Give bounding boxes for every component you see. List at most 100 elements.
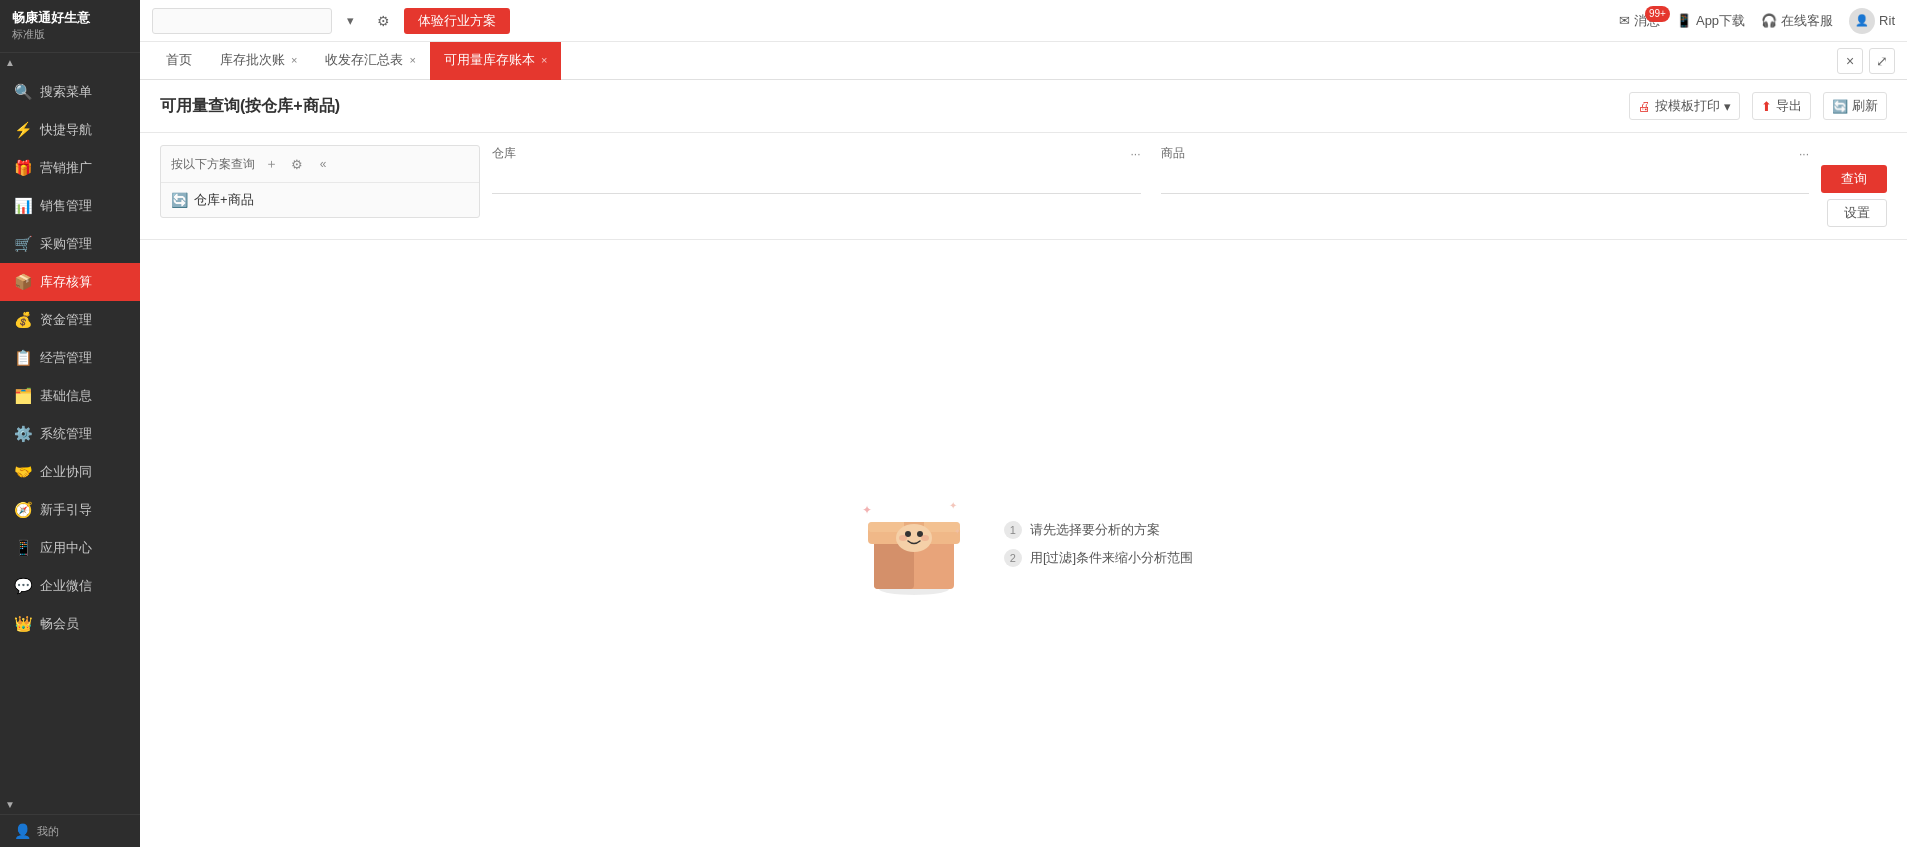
tabbar-actions: × ⤢	[1837, 48, 1895, 74]
sidebar-header: 畅康通好生意 标准版	[0, 0, 140, 53]
goods-input[interactable]	[1161, 166, 1810, 194]
sidebar-scroll-up[interactable]: ▲	[0, 53, 20, 73]
sidebar-item-enterprise-wechat[interactable]: 💬 企业微信	[0, 567, 140, 605]
tab-label: 收发存汇总表	[325, 51, 403, 69]
sidebar-item-label: 系统管理	[40, 425, 92, 443]
close-all-tabs-btn[interactable]: ×	[1837, 48, 1863, 74]
tab-recv-summary[interactable]: 收发存汇总表 ×	[311, 42, 429, 80]
export-btn[interactable]: ⬆ 导出	[1752, 92, 1811, 120]
marketing-promo-icon: 🎁	[14, 159, 32, 177]
tab-close-recv-summary[interactable]: ×	[409, 54, 415, 66]
topbar-app-download[interactable]: 📱 App下载	[1676, 12, 1745, 30]
empty-state: ✦ ✦ ✦ 1 请先选择要分析的方案 2 用[过滤]条件来缩小分析范围	[140, 240, 1907, 847]
sidebar-item-shortcut[interactable]: ⚡ 快捷导航	[0, 111, 140, 149]
empty-content: ✦ ✦ ✦ 1 请先选择要分析的方案 2 用[过滤]条件来缩小分析范围	[854, 484, 1193, 604]
sidebar-item-enterprise[interactable]: 🤝 企业协同	[0, 453, 140, 491]
sidebar-item-label: 营销推广	[40, 159, 92, 177]
tab-close-batch-account[interactable]: ×	[291, 54, 297, 66]
sidebar-item-purchase[interactable]: 🛒 采购管理	[0, 225, 140, 263]
filter-warehouse-label: 仓库 ···	[492, 145, 1141, 162]
sidebar-item-vip[interactable]: 👑 畅会员	[0, 605, 140, 643]
filter-collapse-btn[interactable]: «	[313, 154, 333, 174]
sales-icon: 📊	[14, 197, 32, 215]
sidebar-item-label: 新手引导	[40, 501, 92, 519]
empty-hint-2: 2 用[过滤]条件来缩小分析范围	[1004, 549, 1193, 567]
sidebar-item-label: 库存核算	[40, 273, 92, 291]
sidebar: 畅康通好生意 标准版 ▲ 🔍 搜索菜单 ⚡ 快捷导航 🎁 营销推广 📊 销售管理…	[0, 0, 140, 847]
filter-scheme-header: 按以下方案查询 ＋ ⚙ «	[161, 146, 479, 183]
scheme-icon: 🔄	[171, 192, 188, 208]
tab-batch-account[interactable]: 库存批次账 ×	[206, 42, 311, 80]
main-area: ▾ ⚙ 体验行业方案 ✉ 消息 99+ 📱 App下载 🎧 在线客服 👤 Rit	[140, 0, 1907, 847]
sidebar-item-newcomer[interactable]: 🧭 新手引导	[0, 491, 140, 529]
sidebar-item-system[interactable]: ⚙️ 系统管理	[0, 415, 140, 453]
experience-btn[interactable]: 体验行业方案	[404, 8, 510, 34]
expand-tab-btn[interactable]: ⤢	[1869, 48, 1895, 74]
empty-hints: 1 请先选择要分析的方案 2 用[过滤]条件来缩小分析范围	[1004, 521, 1193, 567]
page-header: 可用量查询(按仓库+商品) 🖨 按模板打印 ▾ ⬆ 导出 🔄 刷新	[140, 80, 1907, 133]
sidebar-scroll-down[interactable]: ▼	[0, 794, 20, 814]
topbar-message[interactable]: ✉ 消息 99+	[1619, 12, 1660, 30]
enterprise-wechat-icon: 💬	[14, 577, 32, 595]
sidebar-item-app-center[interactable]: 📱 应用中心	[0, 529, 140, 567]
filter-add-btn[interactable]: ＋	[261, 154, 281, 174]
filter-scheme-panel: 按以下方案查询 ＋ ⚙ « 🔄 仓库+商品	[160, 145, 480, 218]
refresh-icon: 🔄	[1832, 99, 1848, 114]
filter-settings-icon[interactable]: ⚙	[287, 154, 307, 174]
sidebar-item-finance[interactable]: 💰 资金管理	[0, 301, 140, 339]
sidebar-item-label: 快捷导航	[40, 121, 92, 139]
sidebar-item-basic-info[interactable]: 🗂️ 基础信息	[0, 377, 140, 415]
sidebar-footer: 👤 我的	[0, 814, 140, 847]
page-header-actions: 🖨 按模板打印 ▾ ⬆ 导出 🔄 刷新	[1629, 92, 1887, 120]
sidebar-item-label: 经营管理	[40, 349, 92, 367]
sidebar-item-inventory[interactable]: 📦 库存核算	[0, 263, 140, 301]
topbar-search-input[interactable]	[152, 8, 332, 34]
svg-text:✦: ✦	[949, 500, 957, 511]
filter-goods-field: 商品 ···	[1161, 145, 1810, 194]
tab-close-available-ledger[interactable]: ×	[541, 54, 547, 66]
column-settings-btn[interactable]: 设置	[1827, 199, 1887, 227]
sidebar-item-label: 搜索菜单	[40, 83, 92, 101]
tab-label: 库存批次账	[220, 51, 285, 69]
tab-available-ledger[interactable]: 可用量库存账本×	[430, 42, 561, 80]
avatar: 👤	[1849, 8, 1875, 34]
topbar-user[interactable]: 👤 Rit	[1849, 8, 1895, 34]
scheme-label: 仓库+商品	[194, 191, 254, 209]
newcomer-icon: 🧭	[14, 501, 32, 519]
filter-area: 按以下方案查询 ＋ ⚙ « 🔄 仓库+商品 仓库 ···	[140, 133, 1907, 240]
phone-icon: 📱	[1676, 13, 1692, 28]
sidebar-item-label: 企业微信	[40, 577, 92, 595]
tabbar: 首页库存批次账×收发存汇总表×可用量库存账本× × ⤢	[140, 42, 1907, 80]
warehouse-more-btn[interactable]: ···	[1130, 147, 1140, 161]
topbar-customer-service[interactable]: 🎧 在线客服	[1761, 12, 1833, 30]
tab-label: 首页	[166, 51, 192, 69]
topbar: ▾ ⚙ 体验行业方案 ✉ 消息 99+ 📱 App下载 🎧 在线客服 👤 Rit	[140, 0, 1907, 42]
svg-point-10	[921, 535, 929, 541]
tab-home[interactable]: 首页	[152, 42, 206, 80]
query-btn[interactable]: 查询	[1821, 165, 1887, 193]
page-title: 可用量查询(按仓库+商品)	[160, 96, 340, 117]
warehouse-input[interactable]	[492, 166, 1141, 194]
sidebar-item-label: 基础信息	[40, 387, 92, 405]
operations-icon: 📋	[14, 349, 32, 367]
print-template-btn[interactable]: 🖨 按模板打印 ▾	[1629, 92, 1740, 120]
refresh-btn[interactable]: 🔄 刷新	[1823, 92, 1887, 120]
sidebar-item-operations[interactable]: 📋 经营管理	[0, 339, 140, 377]
topbar-dropdown-btn[interactable]: ▾	[338, 9, 362, 33]
dropdown-arrow-icon: ▾	[1724, 99, 1731, 114]
sidebar-item-marketing-promo[interactable]: 🎁 营销推广	[0, 149, 140, 187]
sidebar-item-label: 企业协同	[40, 463, 92, 481]
svg-text:✦: ✦	[954, 527, 961, 536]
svg-point-9	[899, 535, 907, 541]
topbar-gear-icon[interactable]: ⚙	[370, 8, 396, 34]
goods-more-btn[interactable]: ···	[1799, 147, 1809, 161]
topbar-search-area: ▾	[152, 8, 362, 34]
sidebar-item-search[interactable]: 🔍 搜索菜单	[0, 73, 140, 111]
sidebar-item-sales[interactable]: 📊 销售管理	[0, 187, 140, 225]
svg-text:✦: ✦	[862, 503, 872, 517]
purchase-icon: 🛒	[14, 235, 32, 253]
filter-scheme-item[interactable]: 🔄 仓库+商品	[161, 183, 479, 217]
vip-icon: 👑	[14, 615, 32, 633]
message-icon: ✉	[1619, 13, 1630, 28]
filter-scheme-title: 按以下方案查询	[171, 156, 255, 173]
